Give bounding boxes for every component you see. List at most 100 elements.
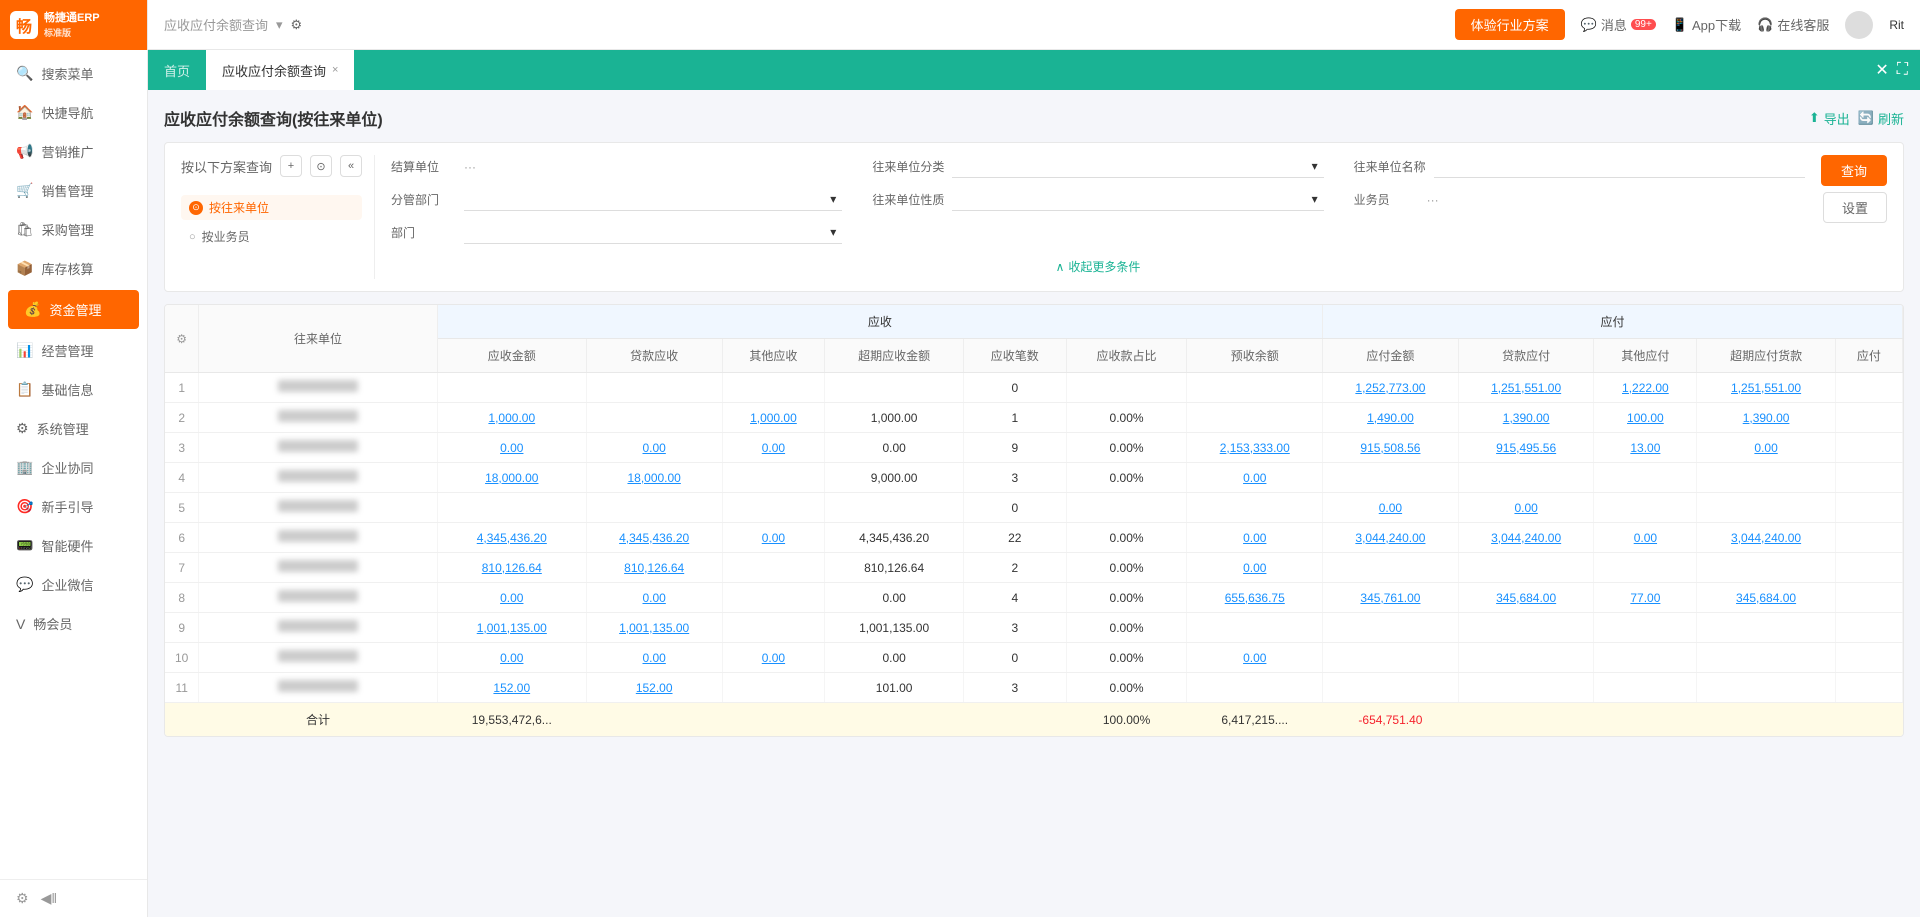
sidebar-item-newbie[interactable]: 🎯 新手引导 <box>0 487 147 526</box>
sidebar-item-sales[interactable]: 🛒 销售管理 <box>0 171 147 210</box>
cell-ap-remain <box>1835 523 1902 553</box>
scheme-item-salesman[interactable]: ○ 按业务员 <box>181 224 362 249</box>
notification-btn[interactable]: 💬 消息 99+ <box>1581 15 1656 34</box>
cell-prepay: 0.00 <box>1187 643 1323 673</box>
sidebar-item-finance[interactable]: 💰 资金管理 <box>8 290 139 329</box>
filter-wanglai-cat-select[interactable]: ▾ <box>952 155 1323 178</box>
tab-arquery[interactable]: 应收应付余额查询 × <box>206 50 354 90</box>
cell-ap-other: 100.00 <box>1594 403 1697 433</box>
cell-ar-other <box>722 373 825 403</box>
query-btn[interactable]: 查询 <box>1821 155 1887 186</box>
cell-ar-ratio: 0.00% <box>1066 433 1187 463</box>
cell-ar-count: 9 <box>963 433 1066 463</box>
sidebar-item-enterprise[interactable]: 🏢 企业协同 <box>0 448 147 487</box>
cell-ar-loan <box>586 403 722 433</box>
col-ap-loan: 贷款应付 <box>1458 339 1594 373</box>
cell-prepay <box>1187 613 1323 643</box>
filter-fenguan-select[interactable]: ▾ <box>464 188 842 211</box>
online-service-btn[interactable]: 🎧 在线客服 <box>1757 15 1829 34</box>
filter-wanglai-name-input[interactable] <box>1434 155 1805 178</box>
app-download-label: App下载 <box>1692 15 1741 34</box>
sidebar-item-inventory[interactable]: 📦 库存核算 <box>0 249 147 288</box>
sidebar-item-basic[interactable]: 📋 基础信息 <box>0 370 147 409</box>
cell-partner <box>199 433 437 463</box>
sidebar-collapse-btn[interactable]: ◀‖ <box>41 890 58 907</box>
sidebar-label-basic: 基础信息 <box>41 380 93 399</box>
sidebar-label-system: 系统管理 <box>37 419 89 438</box>
sidebar-footer: ⚙ ◀‖ <box>0 879 147 917</box>
filter-add-btn[interactable]: + <box>280 155 302 177</box>
sidebar-item-wechat[interactable]: 💬 企业微信 <box>0 565 147 604</box>
cell-ar-count: 3 <box>963 463 1066 493</box>
filter-wanglai-nature: 往来单位性质 ▾ <box>872 188 1323 211</box>
cell-ap-remain <box>1835 613 1902 643</box>
cell-ar-amount: 0.00 <box>437 433 586 463</box>
table-settings-icon[interactable]: ⚙ <box>176 332 187 346</box>
sidebar-item-member[interactable]: V 畅会员 <box>0 604 147 643</box>
cell-ar-ratio: 0.00% <box>1066 553 1187 583</box>
cell-ap-loan <box>1458 643 1594 673</box>
cell-idx: 11 <box>165 673 199 703</box>
cell-ar-count: 0 <box>963 493 1066 523</box>
sidebar-label-quicknav: 快捷导航 <box>41 103 93 122</box>
breadcrumb-chevron: ▾ <box>276 17 283 33</box>
cell-ar-loan: 4,345,436.20 <box>586 523 722 553</box>
sidebar-item-hardware[interactable]: 📟 智能硬件 <box>0 526 147 565</box>
header-settings-icon[interactable]: ⚙ <box>291 17 303 33</box>
sidebar-item-purchase[interactable]: 🛍 采购管理 <box>0 210 147 249</box>
app-download-btn[interactable]: 📱 App下载 <box>1672 15 1741 34</box>
refresh-btn[interactable]: 🔄 刷新 <box>1858 109 1904 128</box>
scheme-btn[interactable]: 体验行业方案 <box>1455 9 1565 40</box>
cell-ap-overdue: 1,251,551.00 <box>1697 373 1836 403</box>
cell-ar-count: 22 <box>963 523 1066 553</box>
cell-ar-count: 0 <box>963 373 1066 403</box>
tab-home[interactable]: 首页 <box>148 50 206 90</box>
filter-settings-btn[interactable]: ⊙ <box>310 155 332 177</box>
cell-ap-overdue <box>1697 553 1836 583</box>
sidebar-item-marketing[interactable]: 📢 营销推广 <box>0 132 147 171</box>
sidebar-item-system[interactable]: ⚙ 系统管理 <box>0 409 147 448</box>
sidebar-label-member: 畅会员 <box>33 614 72 633</box>
cell-prepay: 0.00 <box>1187 523 1323 553</box>
filter-back-btn[interactable]: « <box>340 155 362 177</box>
table-row: 7 810,126.64 810,126.64 810,126.64 2 0.0… <box>165 553 1903 583</box>
setting-btn[interactable]: 设置 <box>1823 192 1887 223</box>
filter-yewuyuan-dots[interactable]: ··· <box>1427 193 1439 207</box>
cell-ap-amount <box>1323 673 1459 703</box>
sidebar-item-operation[interactable]: 📊 经营管理 <box>0 331 147 370</box>
col-group-payable: 应付 <box>1323 305 1903 339</box>
cell-ar-ratio: 0.00% <box>1066 583 1187 613</box>
col-settings: ⚙ <box>165 305 199 373</box>
filter-wanglai-cat: 往来单位分类 ▾ <box>872 155 1323 178</box>
tab-expand-btn[interactable]: ⛶ <box>1897 61 1908 79</box>
sidebar-settings-btn[interactable]: ⚙ <box>16 890 29 907</box>
collapse-btn[interactable]: ∧ 收起更多条件 <box>391 254 1805 279</box>
cell-idx: 5 <box>165 493 199 523</box>
sidebar-item-search[interactable]: 🔍 搜索菜单 <box>0 54 147 93</box>
cell-ap-amount <box>1323 613 1459 643</box>
cell-ar-loan: 810,126.64 <box>586 553 722 583</box>
tab-close-btn[interactable]: × <box>332 64 338 76</box>
logo-badge: 标准版 <box>44 26 100 39</box>
cell-ap-remain <box>1835 433 1902 463</box>
user-avatar[interactable] <box>1845 11 1873 39</box>
sidebar-item-quicknav[interactable]: 🏠 快捷导航 <box>0 93 147 132</box>
user-name[interactable]: Rit <box>1889 18 1904 32</box>
export-btn[interactable]: ⬆ 导出 <box>1809 109 1850 128</box>
scheme-item-partner[interactable]: ⊙ 按往来单位 <box>181 195 362 220</box>
footer-ap-total: -654,751.40 <box>1323 703 1459 737</box>
cell-ap-other <box>1594 463 1697 493</box>
cell-ar-count: 3 <box>963 673 1066 703</box>
filter-wanglai-name: 往来单位名称 <box>1354 155 1805 178</box>
col-ar-ratio: 应收款占比 <box>1066 339 1187 373</box>
filter-bumen-select[interactable]: ▾ <box>464 221 842 244</box>
tab-close-all-btn[interactable]: ✕ <box>1875 60 1888 80</box>
cell-ap-remain <box>1835 583 1902 613</box>
cell-ap-overdue <box>1697 613 1836 643</box>
sidebar-label-finance: 资金管理 <box>49 300 101 319</box>
cell-idx: 1 <box>165 373 199 403</box>
filter-jiesuan-dots[interactable]: ··· <box>464 160 476 174</box>
cell-ar-count: 2 <box>963 553 1066 583</box>
cell-ap-remain <box>1835 493 1902 523</box>
filter-wanglai-nature-select[interactable]: ▾ <box>952 188 1323 211</box>
